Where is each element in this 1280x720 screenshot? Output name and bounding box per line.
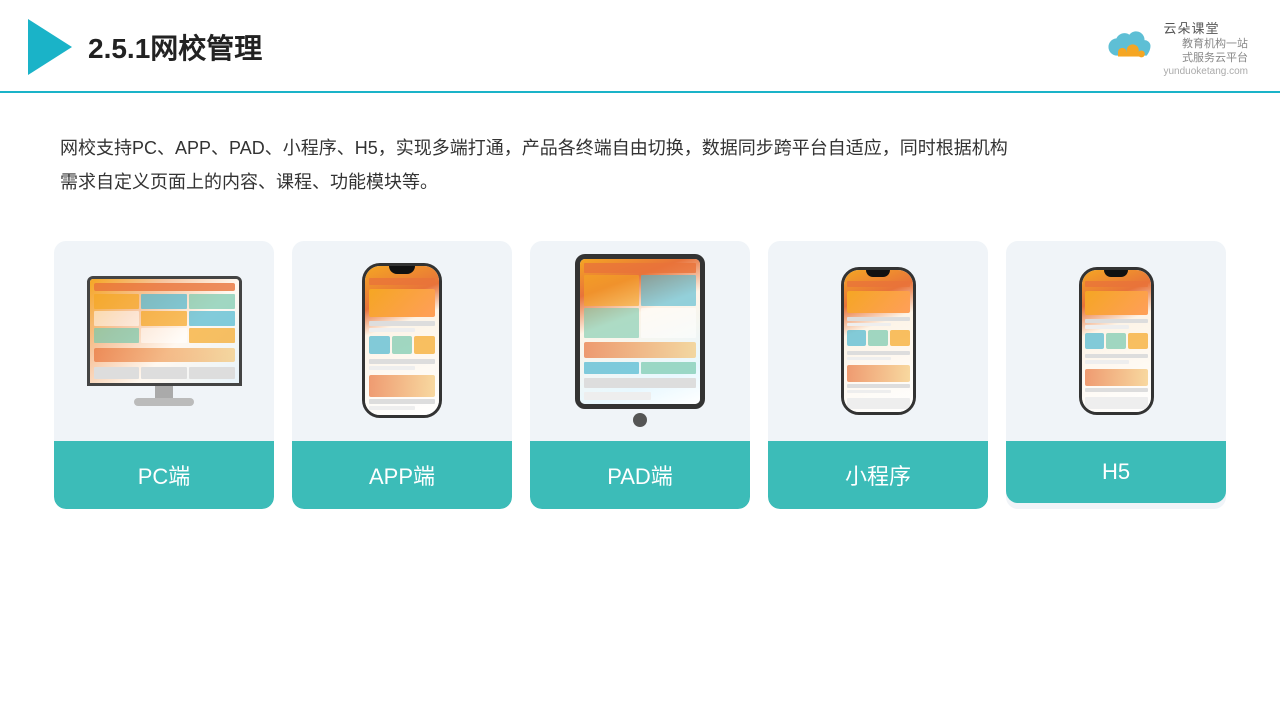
card-h5-label: H5 xyxy=(1006,441,1226,503)
miniprogram-image-area xyxy=(768,241,988,441)
app-device-illustration xyxy=(362,263,442,418)
card-miniprogram: 小程序 xyxy=(768,241,988,509)
brand-sub: 教育机构一站式服务云平台 xyxy=(1163,37,1248,66)
page-title: 2.5.1网校管理 xyxy=(88,27,262,67)
cloud-logo: 云朵课堂 教育机构一站式服务云平台 yunduoketang.com xyxy=(1105,18,1248,77)
pad-device-illustration xyxy=(575,254,705,427)
description-text: 网校支持PC、APP、PAD、小程序、H5，实现多端打通，产品各终端自由切换，数… xyxy=(60,131,1220,199)
card-pad: PAD端 xyxy=(530,241,750,509)
brand-url: yunduoketang.com xyxy=(1163,66,1248,77)
brand-name: 云朵课堂 xyxy=(1163,18,1248,37)
description-block: 网校支持PC、APP、PAD、小程序、H5，实现多端打通，产品各终端自由切换，数… xyxy=(0,93,1280,199)
app-image-area xyxy=(292,241,512,441)
pc-image-area xyxy=(54,241,274,441)
card-h5: H5 xyxy=(1006,241,1226,509)
card-app: APP端 xyxy=(292,241,512,509)
cards-section: PC端 xyxy=(0,199,1280,509)
miniprogram-device-illustration xyxy=(841,267,916,415)
h5-image-area xyxy=(1006,241,1226,441)
brand-triangle-icon xyxy=(28,19,72,75)
h5-device-illustration xyxy=(1079,267,1154,415)
card-pad-label: PAD端 xyxy=(530,441,750,509)
card-miniprogram-label: 小程序 xyxy=(768,441,988,509)
card-app-label: APP端 xyxy=(292,441,512,509)
header-left: 2.5.1网校管理 xyxy=(28,19,262,75)
header: 2.5.1网校管理 云朵课堂 教育机构一站式服务云平台 yunduoketang… xyxy=(0,0,1280,93)
pad-image-area xyxy=(530,241,750,441)
card-pc-label: PC端 xyxy=(54,441,274,509)
cloud-icon xyxy=(1105,31,1157,63)
card-pc: PC端 xyxy=(54,241,274,509)
header-right: 云朵课堂 教育机构一站式服务云平台 yunduoketang.com xyxy=(1105,18,1248,77)
pc-device-illustration xyxy=(87,276,242,406)
